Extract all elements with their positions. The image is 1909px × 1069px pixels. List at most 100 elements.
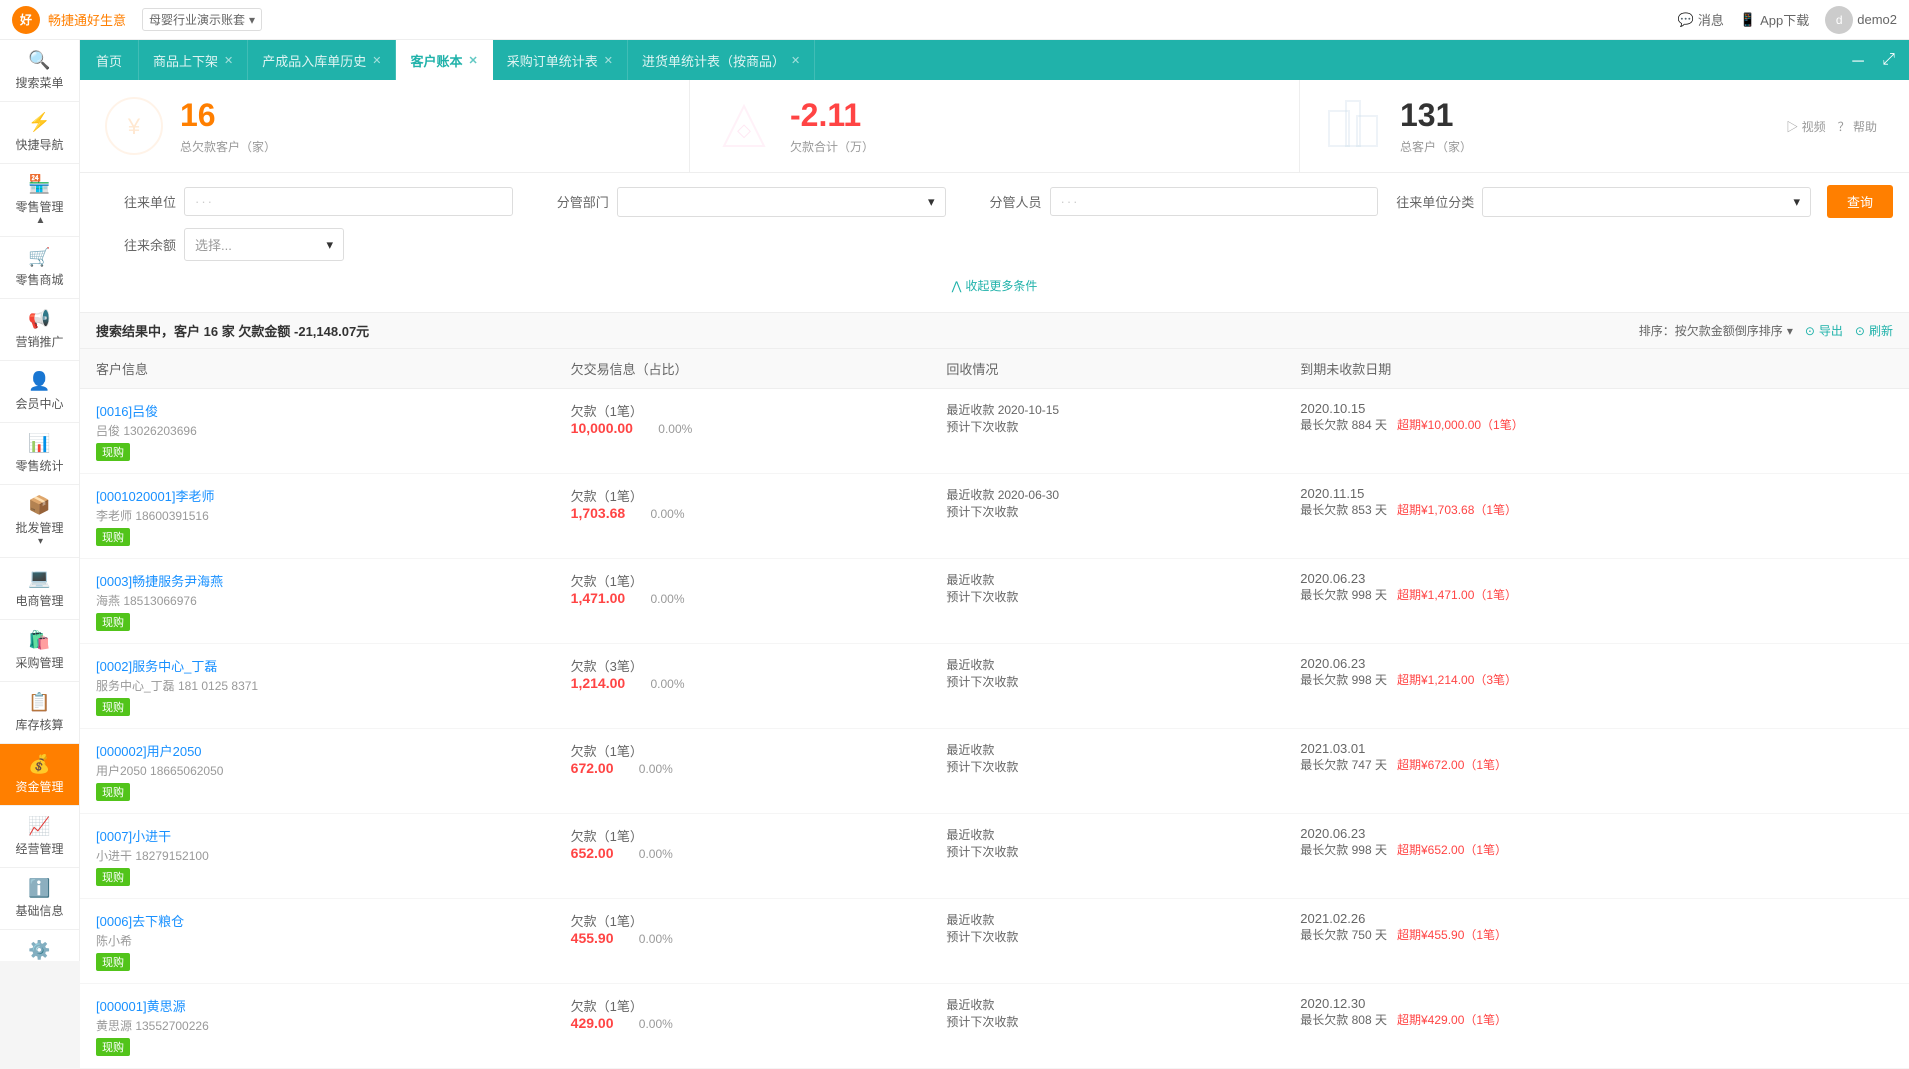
remaining-select[interactable]: 选择... ▾ (184, 228, 344, 261)
sidebar-item-quick-nav[interactable]: ⚡ 快捷导航 (0, 102, 79, 164)
sidebar-member-center-label: 会员中心 (15, 395, 63, 412)
sidebar-item-finance[interactable]: 💰 资金管理 (0, 744, 79, 806)
overdue-days-0: 最长欠款 884 天 超期¥10,000.00（1笔） (1300, 416, 1893, 433)
next-collection-1: 预计下次收款 (946, 503, 1268, 520)
help-label: 帮助 (1853, 120, 1877, 134)
sidebar-item-inventory[interactable]: 📋 库存核算 (0, 682, 79, 744)
customer-name-2[interactable]: [0003]畅捷服务尹海燕 (96, 571, 539, 590)
message-btn[interactable]: 💬 消息 (1678, 10, 1724, 29)
close-icon3[interactable]: ✕ (469, 54, 478, 67)
customer-name-7[interactable]: [000001]黄思源 (96, 996, 539, 1015)
close-icon2[interactable]: ✕ (372, 54, 381, 67)
results-actions: 排序：按欠款金额倒序排序 ▾ ⊙ 导出 ⊙ 刷新 (1639, 322, 1893, 339)
help-btn[interactable]: ？ 帮助 (1838, 118, 1877, 135)
tab-home[interactable]: 首页 (80, 40, 139, 80)
customer-name-4[interactable]: [000002]用户2050 (96, 741, 539, 760)
cell-due-date-5: 2020.06.23 最长欠款 998 天 超期¥652.00（1笔） (1284, 814, 1909, 899)
latest-collection-0: 最近收款 2020-10-15 (946, 401, 1268, 418)
sidebar-item-marketing[interactable]: 📢 营销推广 (0, 299, 79, 361)
sidebar-item-retail-mall[interactable]: 🛒 零售商城 (0, 237, 79, 299)
tab-stock-history[interactable]: 产成品入库单历史 ✕ (248, 40, 396, 80)
close-icon5[interactable]: ✕ (791, 54, 800, 67)
customer-phone-7: 黄思源 13552700226 (96, 1017, 539, 1034)
tab-product-listing[interactable]: 商品上下架 ✕ (139, 40, 248, 80)
minimize-btn[interactable]: － (1844, 46, 1872, 74)
cell-due-date-0: 2020.10.15 最长欠款 884 天 超期¥10,000.00（1笔） (1284, 389, 1909, 474)
sort-button[interactable]: 排序：按欠款金额倒序排序 ▾ (1639, 322, 1793, 339)
table-row: [0001020001]李老师 李老师 18600391516 现购 欠款（1笔… (80, 474, 1909, 559)
debt-ratio-2: 0.00% (650, 592, 684, 606)
close-icon[interactable]: ✕ (224, 54, 233, 67)
overdue-amount-7[interactable]: 超期¥429.00（1笔） (1397, 1013, 1507, 1027)
export-button[interactable]: ⊙ 导出 (1805, 322, 1843, 339)
user-avatar[interactable]: d demo2 (1825, 6, 1897, 34)
collapse-bar[interactable]: ⋀ 收起更多条件 (96, 271, 1893, 300)
unit-category-select[interactable]: ▾ (1482, 187, 1811, 217)
chevron-icon2: ▾ (38, 536, 43, 547)
branch-dept-select[interactable]: ▾ (617, 187, 946, 217)
customer-type-5: 现购 (96, 868, 130, 886)
sidebar-item-operation-mgmt[interactable]: 📈 经营管理 (0, 806, 79, 868)
overdue-amount-2[interactable]: 超期¥1,471.00（1笔） (1397, 588, 1517, 602)
sidebar-item-wholesale-mgmt[interactable]: 📦 批发管理 ▾ (0, 485, 79, 558)
sidebar-item-ecommerce-mgmt[interactable]: 💻 电商管理 (0, 558, 79, 620)
overdue-amount-3[interactable]: 超期¥1,214.00（3笔） (1397, 673, 1517, 687)
overdue-amount-4[interactable]: 超期¥672.00（1笔） (1397, 758, 1507, 772)
table-row: [0002]服务中心_丁磊 服务中心_丁磊 181 0125 8371 现购 欠… (80, 644, 1909, 729)
sidebar-item-retail-mgmt[interactable]: 🏪 零售管理 ▲ (0, 164, 79, 237)
sidebar-retail-mgmt-label: 零售管理 (15, 198, 63, 215)
debt-ratio-6: 0.00% (639, 932, 673, 946)
view-label: 视频 (1802, 120, 1826, 134)
inventory-icon: 📋 (28, 692, 50, 713)
tab-purchase-order-stats[interactable]: 采购订单统计表 ✕ (493, 40, 628, 80)
sidebar-item-retail-stats[interactable]: 📊 零售统计 (0, 423, 79, 485)
debt-count-7: 欠款（1笔） (571, 996, 915, 1015)
sidebar-item-system-mgmt[interactable]: ⚙️ 系统管理 (0, 930, 79, 961)
filter-branch-dept: 分管部门 ▾ (529, 187, 946, 217)
overdue-amount-1[interactable]: 超期¥1,703.68（1笔） (1397, 503, 1517, 517)
sidebar-item-basic-info[interactable]: ℹ️ 基础信息 (0, 868, 79, 930)
sidebar-item-purchase-mgmt[interactable]: 🛍️ 采购管理 (0, 620, 79, 682)
maximize-btn[interactable]: ⤢ (1876, 49, 1901, 71)
debt-amount-6: 455.90 (571, 930, 614, 946)
cell-customer-info-7: [000001]黄思源 黄思源 13552700226 现购 (80, 984, 555, 1069)
cell-debt-info-7: 欠款（1笔） 429.00 0.00% (555, 984, 931, 1069)
stat-total-customers: 131 总客户（家） ▷ 视频 ？ 帮助 (1300, 80, 1909, 172)
cell-return-status-5: 最近收款 预计下次收款 (930, 814, 1284, 899)
overdue-amount-0[interactable]: 超期¥10,000.00（1笔） (1397, 418, 1524, 432)
close-icon4[interactable]: ✕ (604, 54, 613, 67)
due-date-0: 2020.10.15 (1300, 401, 1893, 416)
search-button[interactable]: 查询 (1827, 185, 1893, 218)
view-btn[interactable]: ▷ 视频 (1786, 118, 1825, 135)
customer-name-1[interactable]: [0001020001]李老师 (96, 486, 539, 505)
debt-ratio-0: 0.00% (658, 422, 692, 436)
tab-customer-account[interactable]: 客户账本 ✕ (396, 40, 492, 80)
results-summary-prefix: 搜索结果中，客户 (96, 324, 200, 339)
cell-customer-info-6: [0006]去下粮仓 陈小希 现购 (80, 899, 555, 984)
refresh-button[interactable]: ⊙ 刷新 (1855, 322, 1893, 339)
dots-icon2: ··· (1061, 194, 1080, 209)
industry-selector[interactable]: 母婴行业演示账套 ▾ (142, 8, 262, 31)
sidebar-item-search[interactable]: 🔍 搜索菜单 (0, 40, 79, 102)
sidebar-item-member-center[interactable]: 👤 会员中心 (0, 361, 79, 423)
overdue-amount-5[interactable]: 超期¥652.00（1笔） (1397, 843, 1507, 857)
from-unit-input[interactable]: ··· (184, 187, 513, 216)
brand-logo: 好 (12, 6, 40, 34)
customer-name-5[interactable]: [0007]小进干 (96, 826, 539, 845)
customer-name-3[interactable]: [0002]服务中心_丁磊 (96, 656, 539, 675)
customer-name-6[interactable]: [0006]去下粮仓 (96, 911, 539, 930)
username-label: demo2 (1857, 12, 1897, 27)
debt-count-1: 欠款（1笔） (571, 486, 915, 505)
customer-name-0[interactable]: [0016]吕俊 (96, 401, 539, 420)
cell-debt-info-1: 欠款（1笔） 1,703.68 0.00% (555, 474, 931, 559)
debt-ratio-7: 0.00% (639, 1017, 673, 1031)
branch-person-input[interactable]: ··· (1050, 187, 1379, 216)
tab-purchase-stats-by-product[interactable]: 进货单统计表（按商品） ✕ (628, 40, 815, 80)
question-icon: ？ (1838, 120, 1850, 134)
debt-amount-5: 652.00 (571, 845, 614, 861)
debt-customers-value: 16 (180, 97, 276, 134)
app-download-btn[interactable]: 📱 App下载 (1740, 10, 1809, 29)
chevron-down-icon: ▾ (249, 13, 255, 27)
unit-category-label: 往来单位分类 (1394, 192, 1474, 211)
overdue-amount-6[interactable]: 超期¥455.90（1笔） (1397, 928, 1507, 942)
